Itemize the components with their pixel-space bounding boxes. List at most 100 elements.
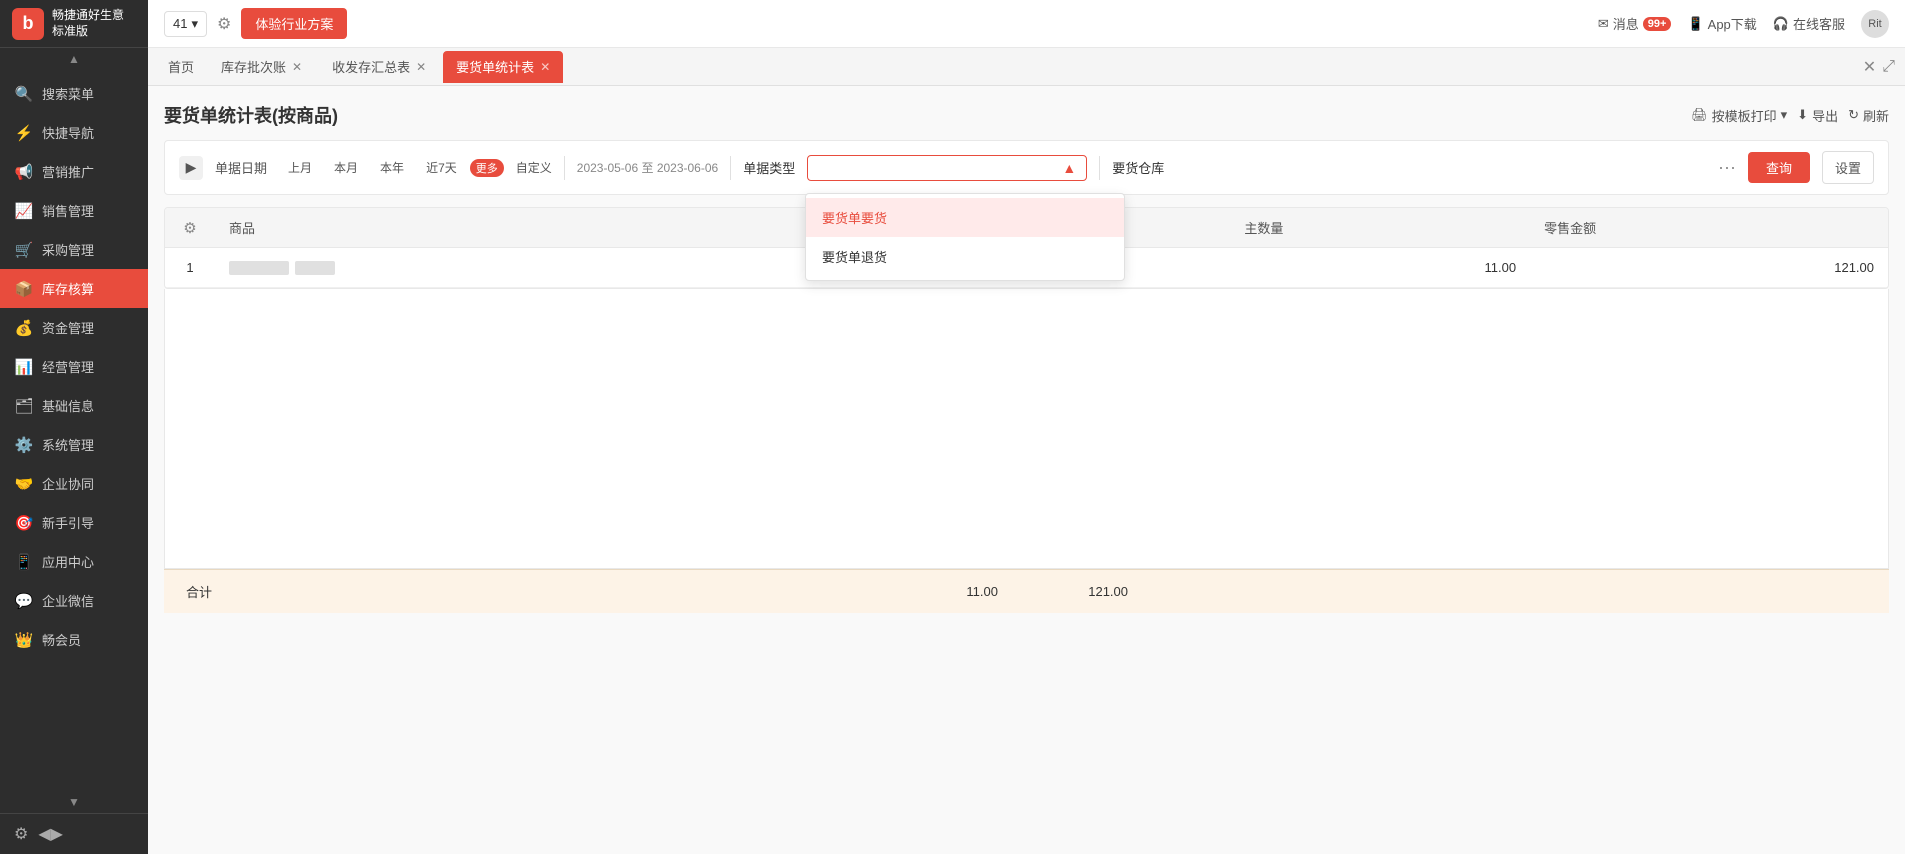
sidebar-item-shortcut[interactable]: ⚡ 快捷导航 bbox=[0, 113, 148, 152]
user-avatar-btn[interactable]: Rit bbox=[1861, 10, 1889, 38]
app-icon: 📱 bbox=[14, 553, 34, 571]
message-icon: ✉ bbox=[1598, 16, 1609, 32]
settings-icon[interactable]: ⚙ bbox=[14, 824, 28, 844]
more-options-icon[interactable]: ··· bbox=[1718, 157, 1736, 178]
sidebar-item-operations[interactable]: 📊 经营管理 bbox=[0, 347, 148, 386]
messages-btn[interactable]: ✉ 消息 99+ bbox=[1598, 14, 1672, 33]
tab-label: 库存批次账 bbox=[221, 57, 286, 76]
topbar-gear-icon[interactable]: ⚙ bbox=[217, 14, 231, 34]
sidebar-item-label: 资金管理 bbox=[42, 318, 94, 337]
crown-icon: 👑 bbox=[14, 631, 34, 649]
type-input[interactable]: ▲ bbox=[807, 155, 1087, 181]
tab-home[interactable]: 首页 bbox=[158, 52, 204, 81]
tab-inventory-batch[interactable]: 库存批次账 ✕ bbox=[208, 51, 315, 83]
th-amount: 零售金额 bbox=[1530, 208, 1888, 248]
product-bar1 bbox=[229, 261, 289, 275]
sidebar-item-app[interactable]: 📱 应用中心 bbox=[0, 542, 148, 581]
online-service-btn[interactable]: 🎧 在线客服 bbox=[1773, 14, 1845, 33]
sidebar-item-member[interactable]: 👑 畅会员 bbox=[0, 620, 148, 659]
printer-icon: 🖨 bbox=[1691, 107, 1708, 123]
chat-icon: 💬 bbox=[14, 592, 34, 610]
expand-icon[interactable]: ⤢ bbox=[1882, 58, 1895, 76]
date-more-badge[interactable]: 更多 bbox=[470, 159, 504, 177]
sidebar-item-marketing[interactable]: 📢 营销推广 bbox=[0, 152, 148, 191]
refresh-btn[interactable]: ↻ 刷新 bbox=[1848, 106, 1889, 125]
cart-icon: 🛒 bbox=[14, 241, 34, 259]
print-template-btn[interactable]: 🖨 按模板打印 ▾ bbox=[1691, 106, 1787, 125]
app-title: 畅捷通好生意 标准版 bbox=[52, 8, 124, 39]
row-product bbox=[215, 248, 814, 288]
filter-separator3 bbox=[1099, 156, 1100, 180]
tab-close-icon[interactable]: ✕ bbox=[292, 60, 302, 74]
messages-label: 消息 bbox=[1613, 14, 1639, 33]
sidebar-item-search[interactable]: 🔍 搜索菜单 bbox=[0, 74, 148, 113]
sidebar-item-label: 应用中心 bbox=[42, 552, 94, 571]
warehouse-label: 要货仓库 bbox=[1112, 158, 1164, 177]
tab-close-icon[interactable]: ✕ bbox=[540, 60, 550, 74]
tab-receivable-summary[interactable]: 收发存汇总表 ✕ bbox=[319, 51, 439, 83]
sidebar-item-finance[interactable]: 💰 资金管理 bbox=[0, 308, 148, 347]
close-tab-icon[interactable]: ✕ bbox=[1863, 57, 1876, 77]
store-selector[interactable]: 41 ▾ bbox=[164, 11, 207, 37]
settings-btn[interactable]: 设置 bbox=[1822, 151, 1874, 184]
date-this-month-btn[interactable]: 本月 bbox=[325, 155, 367, 180]
page-title-row: 要货单统计表(按商品) 🖨 按模板打印 ▾ ⬇ 导出 ↻ 刷新 bbox=[164, 102, 1889, 128]
search-icon: 🔍 bbox=[14, 85, 34, 103]
th-settings[interactable]: ⚙ bbox=[165, 208, 215, 248]
sidebar-item-sales[interactable]: 📈 销售管理 bbox=[0, 191, 148, 230]
date-this-year-btn[interactable]: 本年 bbox=[371, 155, 413, 180]
product-bar2 bbox=[295, 261, 335, 275]
sidebar-scroll-up[interactable]: ▲ bbox=[0, 48, 148, 70]
chart-icon: 📈 bbox=[14, 202, 34, 220]
sidebar-item-enterprise[interactable]: 🤝 企业协同 bbox=[0, 464, 148, 503]
target-icon: 🎯 bbox=[14, 514, 34, 532]
sidebar-nav: 🔍 搜索菜单 ⚡ 快捷导航 📢 营销推广 📈 销售管理 🛒 采购管理 📦 库存核… bbox=[0, 70, 148, 791]
tabbar: 首页 库存批次账 ✕ 收发存汇总表 ✕ 要货单统计表 ✕ ✕ ⤢ bbox=[148, 48, 1905, 86]
export-btn[interactable]: ⬇ 导出 bbox=[1797, 106, 1838, 125]
sidebar-scroll-down[interactable]: ▼ bbox=[0, 791, 148, 813]
megaphone-icon: 📢 bbox=[14, 163, 34, 181]
row-amount: 121.00 bbox=[1530, 248, 1888, 288]
sidebar-item-label: 营销推广 bbox=[42, 162, 94, 181]
sidebar-item-label: 快捷导航 bbox=[42, 123, 94, 142]
dropdown-item-order-goods[interactable]: 要货单要货 bbox=[806, 198, 1124, 237]
tabbar-actions: ✕ ⤢ bbox=[1863, 57, 1895, 77]
dropdown-item-order-return[interactable]: 要货单退货 bbox=[806, 237, 1124, 276]
sidebar: b 畅捷通好生意 标准版 ▲ 🔍 搜索菜单 ⚡ 快捷导航 📢 营销推广 📈 销售… bbox=[0, 0, 148, 854]
filter-toggle-btn[interactable]: ▶ bbox=[179, 156, 203, 180]
export-icon: ⬇ bbox=[1797, 107, 1808, 123]
collapse-icon[interactable]: ◀▶ bbox=[38, 824, 63, 844]
sidebar-item-system[interactable]: ⚙️ 系统管理 bbox=[0, 425, 148, 464]
sidebar-item-purchase[interactable]: 🛒 采购管理 bbox=[0, 230, 148, 269]
phone-icon: 📱 bbox=[1687, 16, 1703, 32]
sidebar-item-inventory[interactable]: 📦 库存核算 bbox=[0, 269, 148, 308]
sidebar-item-label: 新手引导 bbox=[42, 513, 94, 532]
app-download-btn[interactable]: 📱 App下载 bbox=[1687, 14, 1756, 33]
sidebar-item-label: 基础信息 bbox=[42, 396, 94, 415]
sidebar-item-wechat[interactable]: 💬 企业微信 bbox=[0, 581, 148, 620]
sidebar-header: b 畅捷通好生意 标准版 bbox=[0, 0, 148, 48]
sidebar-item-label: 经营管理 bbox=[42, 357, 94, 376]
sidebar-item-label: 销售管理 bbox=[42, 201, 94, 220]
topbar-left: 41 ▾ ⚙ 体验行业方案 bbox=[164, 8, 347, 39]
sidebar-item-base[interactable]: 🗂 基础信息 bbox=[0, 386, 148, 425]
messages-badge: 99+ bbox=[1643, 17, 1672, 31]
industry-btn[interactable]: 体验行业方案 bbox=[241, 8, 347, 39]
date-last-7-days-btn[interactable]: 近7天 bbox=[417, 155, 466, 180]
date-range-text: 2023-05-06 至 2023-06-06 bbox=[577, 159, 718, 176]
query-btn[interactable]: 查询 bbox=[1748, 152, 1810, 183]
type-label: 单据类型 bbox=[743, 158, 795, 177]
avatar: Rit bbox=[1861, 10, 1889, 38]
tab-order-summary[interactable]: 要货单统计表 ✕ bbox=[443, 51, 563, 83]
filter-separator bbox=[564, 156, 565, 180]
chevron-down-icon: ▾ bbox=[1781, 107, 1788, 123]
bar-chart-icon: 📊 bbox=[14, 358, 34, 376]
th-quantity: 主数量 bbox=[1230, 208, 1530, 248]
date-last-month-btn[interactable]: 上月 bbox=[279, 155, 321, 180]
tab-close-icon[interactable]: ✕ bbox=[416, 60, 426, 74]
sidebar-item-guide[interactable]: 🎯 新手引导 bbox=[0, 503, 148, 542]
date-custom-btn[interactable]: 自定义 bbox=[516, 159, 552, 176]
filter-separator2 bbox=[730, 156, 731, 180]
content-area: 要货单统计表(按商品) 🖨 按模板打印 ▾ ⬇ 导出 ↻ 刷新 ▶ bbox=[148, 86, 1905, 854]
money-icon: 💰 bbox=[14, 319, 34, 337]
